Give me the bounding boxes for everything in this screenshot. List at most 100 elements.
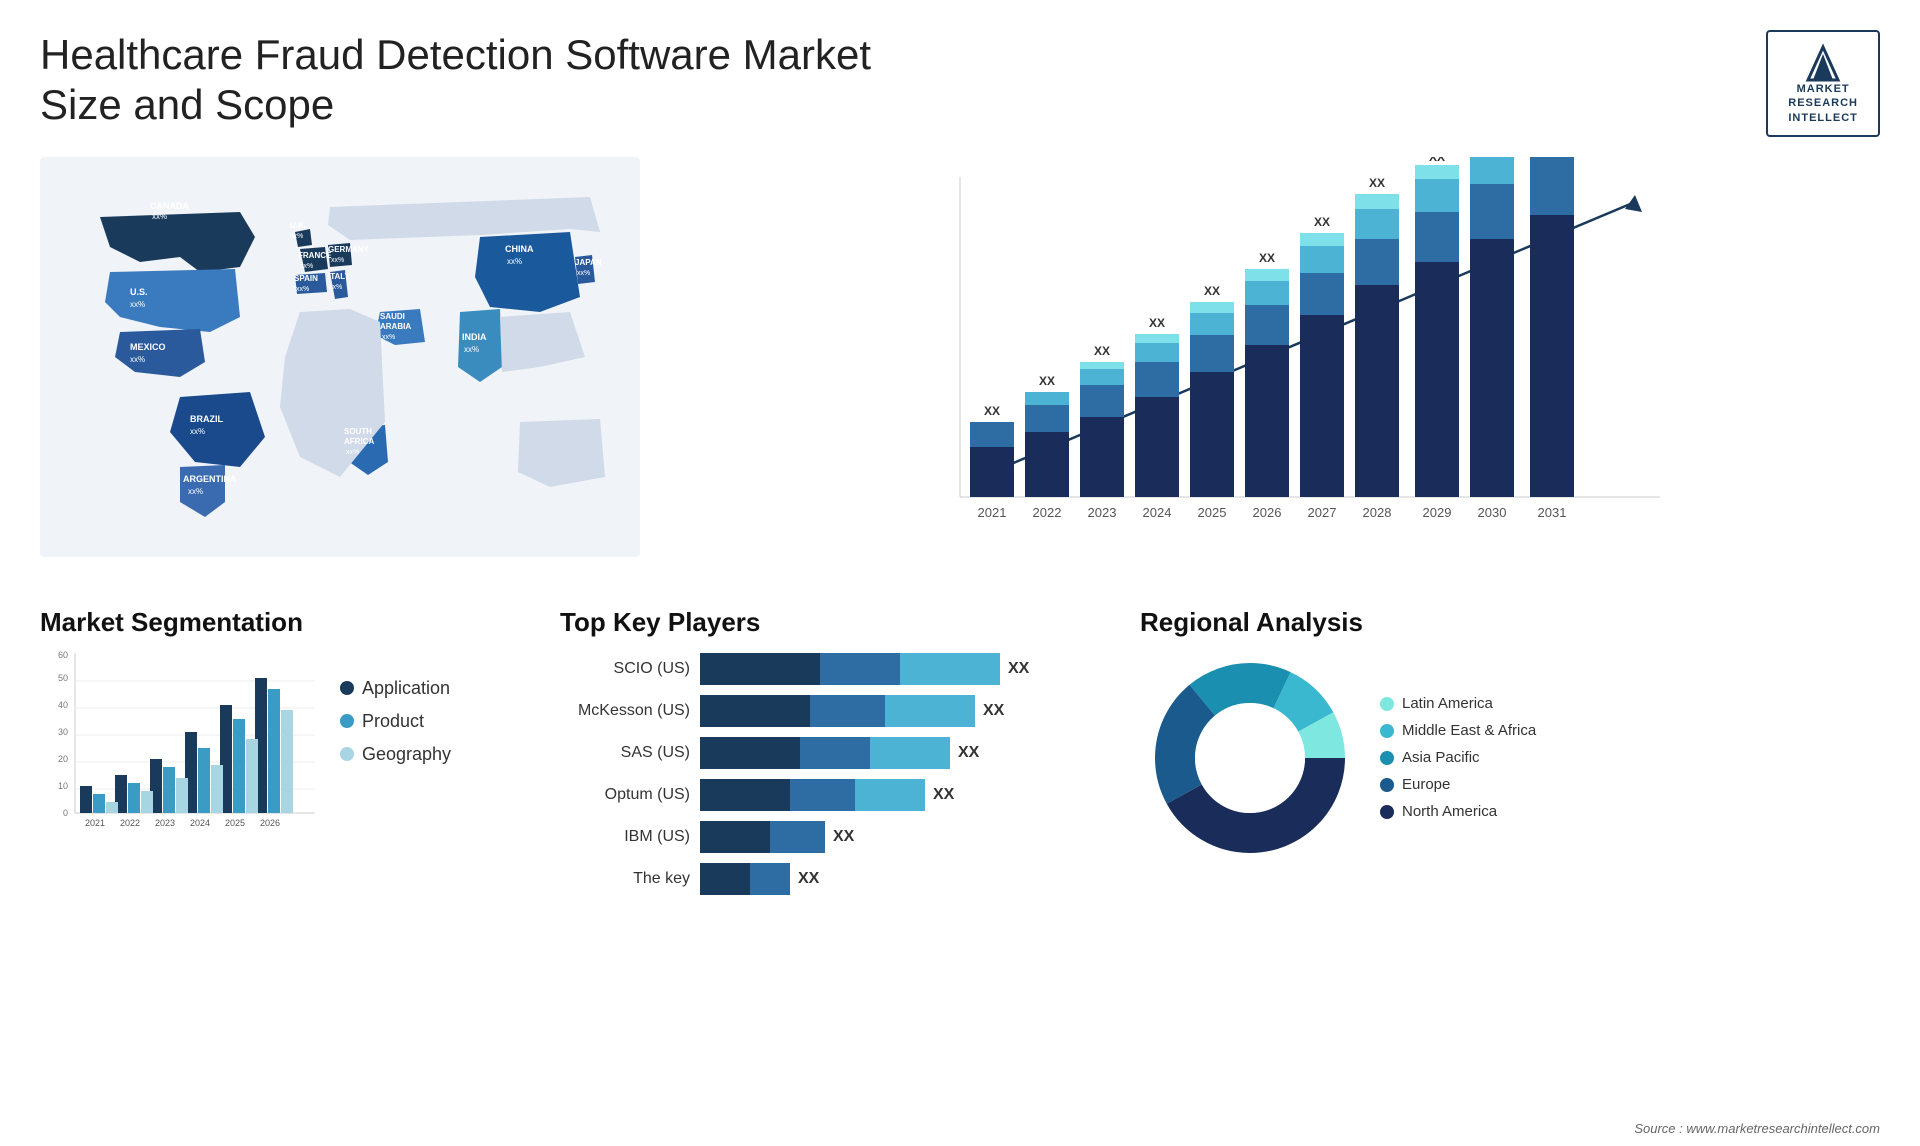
legend-dot-asiapac	[1380, 751, 1394, 765]
legend-latam: Latin America	[1380, 695, 1536, 712]
svg-text:30: 30	[58, 727, 68, 737]
year-2025: 2025	[1198, 505, 1227, 520]
bar-2026-seg1	[1245, 345, 1289, 497]
bar-2024-seg2	[1135, 362, 1179, 397]
india-label: INDIA	[462, 332, 487, 342]
bar-2025-seg2	[1190, 335, 1234, 372]
bar-2025-seg4	[1190, 302, 1234, 313]
world-map-section: CANADA xx% U.S. xx% MEXICO xx% BRAZIL xx…	[40, 157, 660, 577]
map-svg: CANADA xx% U.S. xx% MEXICO xx% BRAZIL xx…	[40, 157, 640, 557]
us-value: xx%	[130, 300, 145, 309]
bar-2021-label: XX	[984, 404, 1000, 418]
player-bar	[700, 695, 975, 727]
us-label: U.S.	[130, 287, 148, 297]
legend-geography: Geography	[340, 744, 451, 765]
india-value: xx%	[464, 345, 479, 354]
bar-2029-seg4	[1415, 165, 1459, 179]
page-title: Healthcare Fraud Detection Software Mark…	[40, 30, 940, 131]
player-name: Optum (US)	[560, 786, 690, 804]
svg-text:2024: 2024	[190, 818, 210, 828]
china-label: CHINA	[505, 244, 534, 254]
bar-2027-seg3	[1300, 246, 1344, 273]
bar-2023-label: XX	[1094, 344, 1110, 358]
players-section: Top Key Players SCIO (US) XX McKesson (U…	[560, 607, 1120, 905]
svg-text:50: 50	[58, 673, 68, 683]
players-list: SCIO (US) XX McKesson (US) XX SA	[560, 653, 1120, 895]
player-name: SAS (US)	[560, 744, 690, 762]
spain-label: SPAIN	[294, 274, 318, 283]
players-title: Top Key Players	[560, 607, 1120, 638]
bar-2024-seg1	[1135, 397, 1179, 497]
bar-2030-seg3	[1470, 157, 1514, 184]
bar-2030-seg1	[1470, 239, 1514, 497]
world-map: CANADA xx% U.S. xx% MEXICO xx% BRAZIL xx…	[40, 157, 640, 557]
donut-center	[1195, 703, 1305, 813]
legend-northamerica: North America	[1380, 803, 1536, 820]
player-bar	[700, 653, 1000, 685]
bar-mid	[800, 737, 870, 769]
year-2028: 2028	[1363, 505, 1392, 520]
bar-2021-seg2	[970, 422, 1014, 447]
legend-application: Application	[340, 678, 451, 699]
bar-light	[855, 779, 925, 811]
bar-2021-seg1	[970, 447, 1014, 497]
bar-2024-seg3	[1135, 343, 1179, 362]
bar-2029-seg1	[1415, 262, 1459, 497]
segmentation-title: Market Segmentation	[40, 607, 540, 638]
bar-2031-seg2	[1530, 157, 1574, 215]
top-content: CANADA xx% U.S. xx% MEXICO xx% BRAZIL xx…	[0, 157, 1920, 597]
player-name: IBM (US)	[560, 828, 690, 846]
bar-light	[870, 737, 950, 769]
source-text: Source : www.marketresearchintellect.com	[1634, 1121, 1880, 1136]
player-value: XX	[983, 702, 1004, 720]
bottom-content: Market Segmentation 0 10 20 30 40 50 60	[0, 597, 1920, 925]
year-2022: 2022	[1033, 505, 1062, 520]
southafrica-value: xx%	[346, 449, 359, 456]
bar-chart-section: XX 2021 XX 2022 XX 2023 XX 2024	[680, 157, 1880, 577]
bar-2029-seg2	[1415, 212, 1459, 262]
svg-text:2026: 2026	[260, 818, 280, 828]
legend-dot-europe	[1380, 778, 1394, 792]
player-bar-wrap: XX	[700, 821, 1120, 853]
player-row: McKesson (US) XX	[560, 695, 1120, 727]
page-header: Healthcare Fraud Detection Software Mark…	[0, 0, 1920, 157]
year-2024: 2024	[1143, 505, 1172, 520]
svg-text:10: 10	[58, 781, 68, 791]
svg-text:2023: 2023	[155, 818, 175, 828]
logo: MARKET RESEARCH INTELLECT	[1766, 30, 1880, 137]
bar-light	[900, 653, 1000, 685]
bar-2027-seg1	[1300, 315, 1344, 497]
player-value: XX	[958, 744, 979, 762]
bar-2030-seg2	[1470, 184, 1514, 239]
brazil-value: xx%	[190, 427, 205, 436]
svg-text:20: 20	[58, 754, 68, 764]
china-value: xx%	[507, 257, 522, 266]
bar-dark	[700, 737, 800, 769]
logo-icon	[1798, 42, 1848, 82]
player-bar	[700, 737, 950, 769]
legend-mea: Middle East & Africa	[1380, 722, 1536, 739]
year-2023: 2023	[1088, 505, 1117, 520]
bar-2023-seg1	[1080, 417, 1124, 497]
player-row: SCIO (US) XX	[560, 653, 1120, 685]
year-2027: 2027	[1308, 505, 1337, 520]
saudi-label2: ARABIA	[380, 322, 411, 331]
legend-product: Product	[340, 711, 451, 732]
bar-2028-seg2	[1355, 239, 1399, 285]
bar-2029-label: XX	[1429, 157, 1445, 164]
spain-value: xx%	[296, 286, 309, 293]
brazil-label: BRAZIL	[190, 414, 223, 424]
bar-2022-seg1	[1025, 432, 1069, 497]
player-bar	[700, 863, 790, 895]
bar-2027-seg2	[1300, 273, 1344, 315]
player-row: SAS (US) XX	[560, 737, 1120, 769]
uk-label: U.K.	[290, 221, 306, 230]
player-bar-wrap: XX	[700, 863, 1120, 895]
legend-dot-latam	[1380, 697, 1394, 711]
bar-2023-seg3	[1080, 369, 1124, 385]
svg-text:60: 60	[58, 650, 68, 660]
legend-asiapac: Asia Pacific	[1380, 749, 1536, 766]
year-2030: 2030	[1478, 505, 1507, 520]
bar-2031-seg1	[1530, 215, 1574, 497]
player-name: McKesson (US)	[560, 702, 690, 720]
